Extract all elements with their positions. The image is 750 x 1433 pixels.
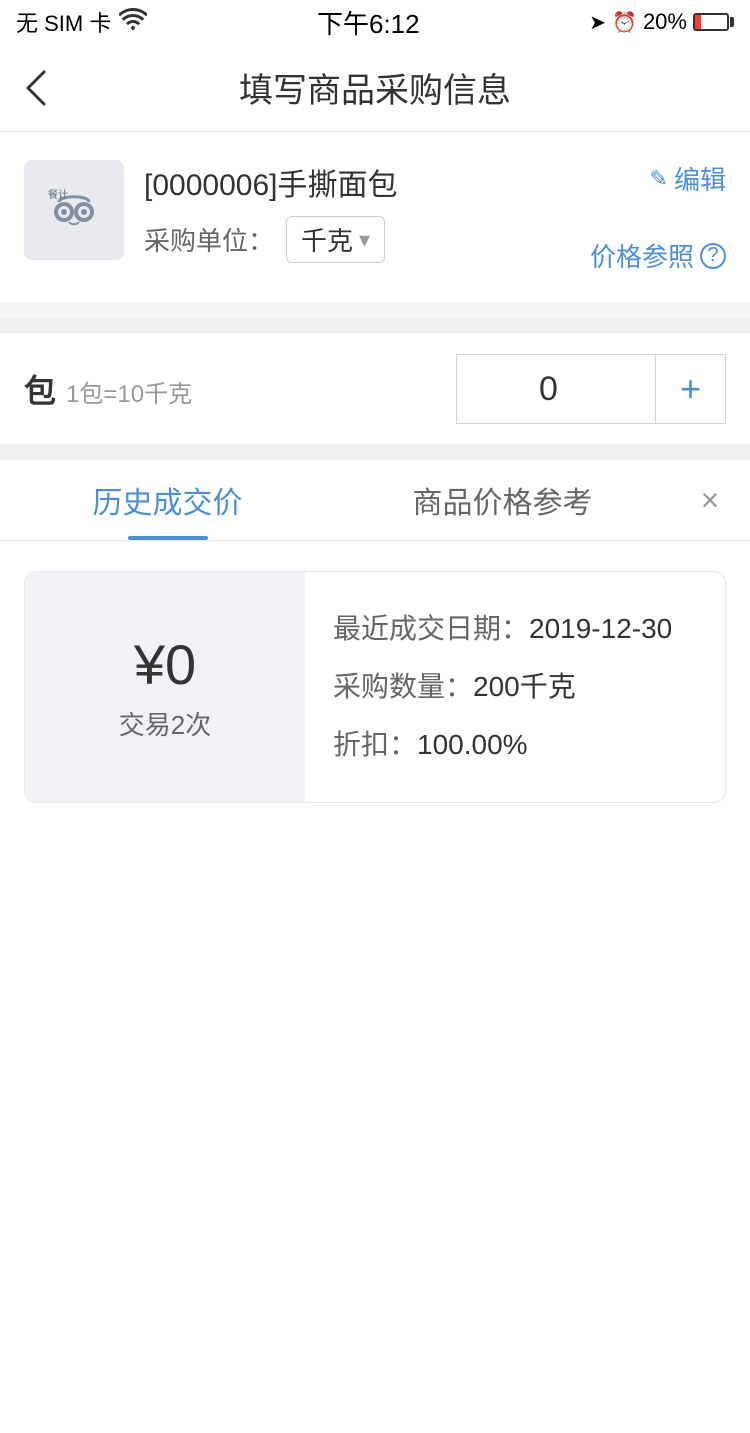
discount-value: 100.00% (417, 729, 528, 760)
product-section: 餐计 [0000006]手撕面包 采购单位： 千克 ▾ ✎ 编辑 (0, 132, 750, 302)
edit-label: 编辑 (674, 160, 726, 197)
purchase-quantity-row: 采购数量：200千克 (333, 666, 697, 708)
quantity-row: 包 1包=10千克 + (0, 334, 750, 444)
unit-label: 采购单位： (144, 221, 274, 258)
tab-bar: 历史成交价 商品价格参考 × (0, 460, 750, 541)
edit-button[interactable]: ✎ 编辑 (650, 160, 726, 197)
svg-text:餐计: 餐计 (48, 188, 68, 201)
price-card-left: ¥0 交易2次 (25, 572, 305, 802)
quantity-plus-button[interactable]: + (656, 354, 726, 424)
product-header: 餐计 [0000006]手撕面包 采购单位： 千克 ▾ ✎ 编辑 (24, 160, 726, 274)
price-reference-button[interactable]: 价格参照 ? (590, 237, 726, 274)
price-card-right: 最近成交日期：2019-12-30 采购数量：200千克 折扣：100.00% (305, 572, 725, 802)
quantity-unit: 包 (24, 366, 56, 412)
quantity-conversion: 1包=10千克 (66, 374, 192, 409)
price-amount: ¥0 (134, 632, 196, 697)
help-icon: ? (700, 243, 726, 269)
unit-arrow-icon: ▾ (359, 227, 370, 253)
page-title: 填写商品采购信息 (239, 63, 511, 112)
section-separator-2 (0, 444, 750, 460)
product-image: 餐计 (24, 160, 124, 260)
tab-section: 历史成交价 商品价格参考 × ¥0 交易2次 最近成交日期：2019-12-30… (0, 460, 750, 833)
status-time: 下午6:12 (317, 4, 420, 41)
product-unit: 采购单位： 千克 ▾ (144, 216, 397, 263)
quantity-input-wrapper: + (456, 354, 726, 424)
product-name: [0000006]手撕面包 (144, 160, 397, 204)
price-transactions: 交易2次 (119, 705, 211, 742)
price-card: ¥0 交易2次 最近成交日期：2019-12-30 采购数量：200千克 折扣：… (24, 571, 726, 803)
product-left: 餐计 [0000006]手撕面包 采购单位： 千克 ▾ (24, 160, 397, 263)
recent-date-row: 最近成交日期：2019-12-30 (333, 608, 697, 650)
status-bar: 无 SIM 卡 下午6:12 ➤ ⏰ 20% (0, 0, 750, 44)
recent-date-value: 2019-12-30 (529, 613, 672, 644)
unit-value: 千克 (301, 221, 353, 258)
quantity-input[interactable] (456, 354, 656, 424)
wifi-icon (119, 8, 147, 36)
price-ref-label: 价格参照 (590, 237, 694, 274)
nav-bar: 填写商品采购信息 (0, 44, 750, 132)
battery-icon (693, 13, 734, 31)
unit-selector[interactable]: 千克 ▾ (286, 216, 385, 263)
discount-label: 折扣： (333, 729, 417, 760)
location-icon: ➤ (589, 10, 606, 35)
tab-history-price[interactable]: 历史成交价 (0, 460, 335, 540)
purchase-quantity-value: 200千克 (473, 671, 576, 702)
bottom-space (0, 833, 750, 1433)
battery-percent: 20% (643, 9, 687, 35)
carrier-text: 无 SIM 卡 (16, 6, 111, 38)
alarm-icon: ⏰ (612, 10, 637, 35)
tab-price-reference[interactable]: 商品价格参考 (335, 460, 670, 540)
amount-value: 0 (165, 633, 196, 696)
back-button[interactable] (24, 68, 48, 108)
tab-close-button[interactable]: × (670, 460, 750, 540)
discount-row: 折扣：100.00% (333, 724, 697, 766)
status-left: 无 SIM 卡 (16, 6, 147, 38)
card-container: ¥0 交易2次 最近成交日期：2019-12-30 采购数量：200千克 折扣：… (0, 541, 750, 833)
quantity-label: 包 1包=10千克 (24, 366, 192, 412)
status-right: ➤ ⏰ 20% (589, 9, 734, 35)
product-info: [0000006]手撕面包 采购单位： 千克 ▾ (144, 160, 397, 263)
purchase-quantity-label: 采购数量： (333, 671, 473, 702)
recent-date-label: 最近成交日期： (333, 613, 529, 644)
section-separator (0, 318, 750, 334)
edit-icon: ✎ (650, 166, 668, 192)
currency-symbol: ¥ (134, 633, 165, 696)
